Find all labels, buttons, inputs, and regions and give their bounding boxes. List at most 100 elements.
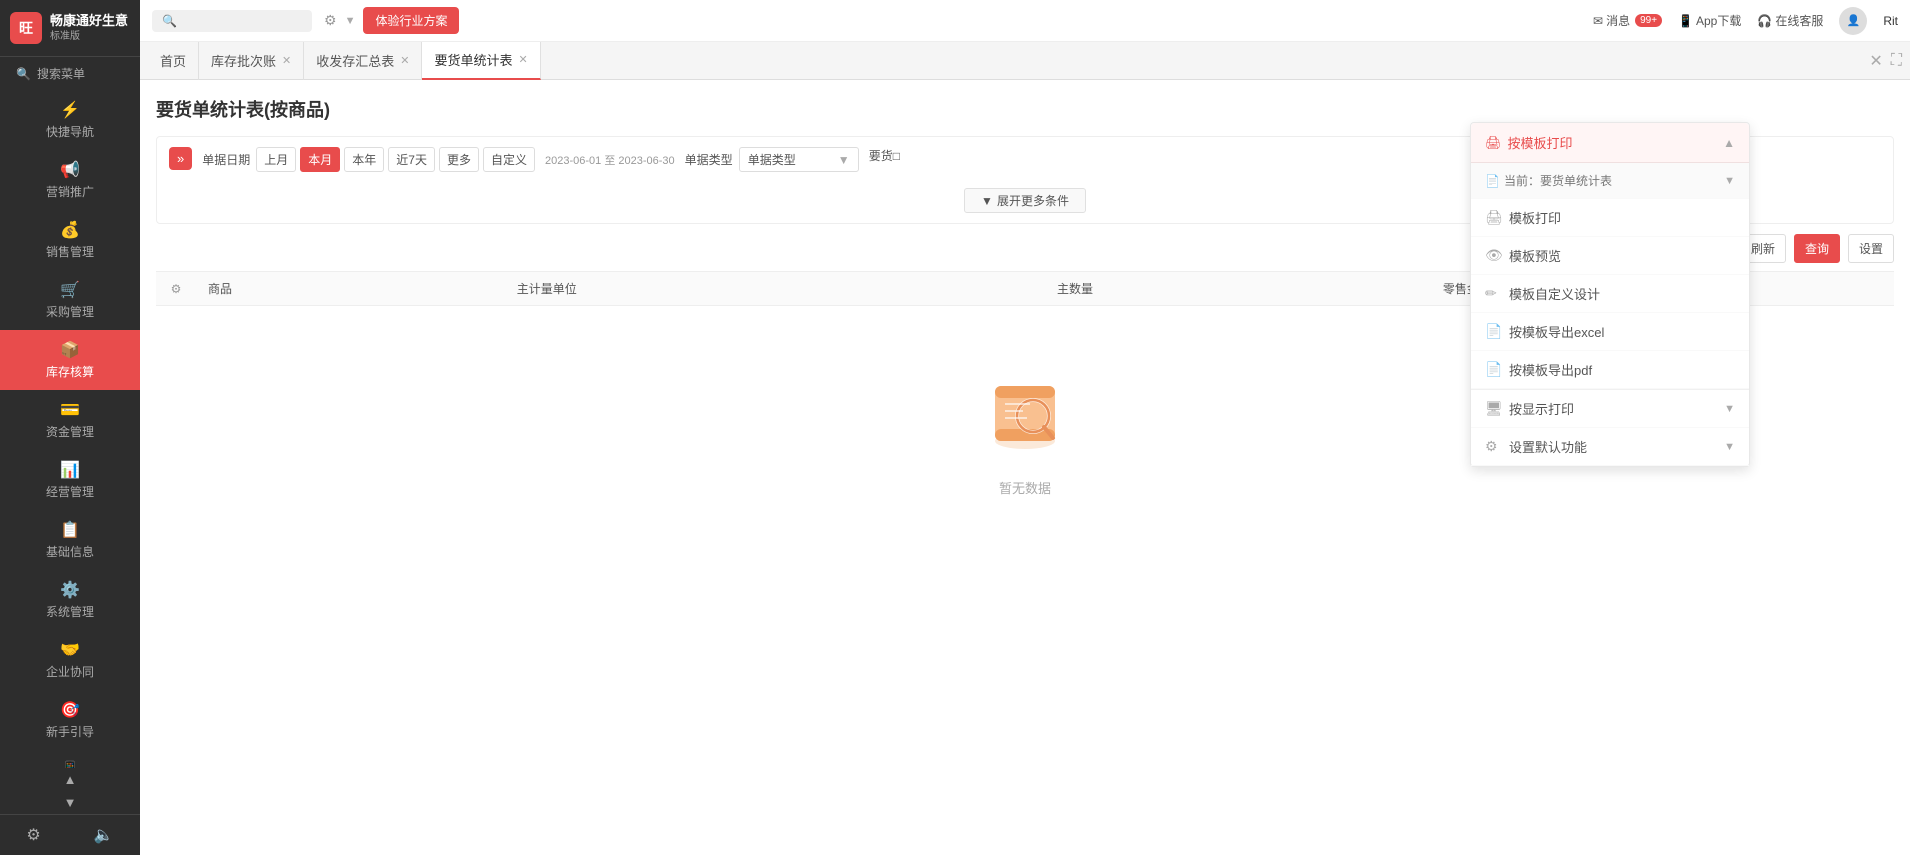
tab-home-label: 首页: [160, 51, 186, 70]
sidebar-search[interactable]: 🔍 搜索菜单: [0, 57, 140, 90]
dropdown-item-set-default[interactable]: ⚙ 设置默认功能 ▼: [1471, 428, 1749, 466]
filter-expand-btn[interactable]: »: [169, 147, 192, 170]
template-excel-label: 按模板导出excel: [1509, 322, 1604, 341]
date-btn-custom[interactable]: 自定义: [483, 147, 535, 172]
date-btn-this-year[interactable]: 本年: [344, 147, 384, 172]
app-name: 畅康通好生意: [50, 13, 128, 30]
dropdown-item-template-custom[interactable]: ✏ 模板自定义设计: [1471, 275, 1749, 313]
sidebar-item-marketing[interactable]: 📢 营销推广: [0, 150, 140, 210]
yh-label: 要货□: [869, 147, 900, 164]
current-icon: 📄: [1485, 174, 1500, 188]
template-excel-icon: 📄: [1485, 323, 1501, 340]
filter-type-group: 单据类型 单据类型 ▼: [685, 147, 859, 172]
dropdown-item-template-pdf[interactable]: 📄 按模板导出pdf: [1471, 351, 1749, 389]
template-preview-label: 模板预览: [1509, 246, 1561, 265]
template-custom-label: 模板自定义设计: [1509, 284, 1600, 303]
tab-receipt-summary[interactable]: 收发存汇总表 ✕: [304, 42, 422, 80]
sidebar-item-operations[interactable]: 📊 经营管理: [0, 450, 140, 510]
dropdown-item-template-preview[interactable]: 👁 模板预览: [1471, 237, 1749, 275]
trial-btn[interactable]: 体验行业方案: [363, 7, 459, 34]
date-btns: 上月 本月 本年 近7天 更多 自定义: [256, 147, 535, 172]
query-btn[interactable]: 查询: [1794, 234, 1840, 263]
base-info-icon: 📋: [60, 520, 80, 540]
topbar-settings-icon[interactable]: ⚙: [324, 12, 337, 29]
sidebar-item-quick-nav[interactable]: ⚡ 快捷导航: [0, 90, 140, 150]
order-type-select[interactable]: 单据类型 ▼: [739, 147, 859, 172]
display-print-icon: 🖥: [1485, 400, 1501, 417]
sidebar-item-collab[interactable]: 🤝 企业协同: [0, 630, 140, 690]
settings-btn[interactable]: 设置: [1848, 234, 1894, 263]
tab-close-order-stats[interactable]: ✕: [519, 53, 528, 66]
topbar-settings-arrow: ▼: [345, 15, 356, 27]
topbar-search[interactable]: 🔍: [152, 10, 312, 32]
sidebar-item-app-center[interactable]: 📱 应用中心: [0, 750, 140, 768]
sidebar-scroll-up[interactable]: ▲: [0, 768, 140, 791]
app-center-icon: 📱: [60, 760, 80, 768]
sidebar-logo: 旺 畅康通好生意 标准版: [0, 0, 140, 57]
expand-more-label: 展开更多条件: [997, 192, 1069, 209]
expand-more-btn[interactable]: ▼ 展开更多条件: [964, 188, 1086, 213]
online-service-btn[interactable]: 🎧 在线客服: [1757, 12, 1823, 29]
tab-close-inventory-batch[interactable]: ✕: [282, 54, 291, 67]
sidebar-item-base-info[interactable]: 📋 基础信息: [0, 510, 140, 570]
message-label: 消息: [1606, 12, 1630, 29]
tabbar-right: ✕ ⛶: [1869, 51, 1902, 71]
order-type-value: 单据类型: [748, 151, 796, 168]
table-settings-icon[interactable]: ⚙: [171, 282, 182, 296]
sidebar-item-label: 库存核算: [46, 363, 94, 380]
dropdown-item-template-excel[interactable]: 📄 按模板导出excel: [1471, 313, 1749, 351]
sidebar-item-guide[interactable]: 🎯 新手引导: [0, 690, 140, 750]
app-download-btn[interactable]: 📱 App下载: [1678, 12, 1741, 29]
sidebar-scroll-down[interactable]: ▼: [0, 791, 140, 814]
sidebar-item-finance[interactable]: 💳 资金管理: [0, 390, 140, 450]
speaker-bottom-icon[interactable]: 🔈: [94, 825, 114, 845]
date-btn-last-month[interactable]: 上月: [256, 147, 296, 172]
date-btn-more[interactable]: 更多: [439, 147, 479, 172]
avatar[interactable]: 👤: [1839, 7, 1867, 35]
current-arrow: ▼: [1724, 175, 1735, 187]
sidebar-item-purchase[interactable]: 🛒 采购管理: [0, 270, 140, 330]
message-icon: ✉: [1593, 14, 1603, 28]
col-settings[interactable]: ⚙: [156, 272, 196, 306]
col-qty: 主数量: [1045, 272, 1431, 306]
tab-home[interactable]: 首页: [148, 42, 199, 80]
print-header-icon: 🖨: [1485, 135, 1502, 151]
template-print-label: 模板打印: [1509, 208, 1561, 227]
topbar-right: ✉ 消息 99+ 📱 App下载 🎧 在线客服 👤 Rit: [1593, 7, 1898, 35]
user-name: Rit: [1883, 14, 1898, 28]
dropdown-current-item[interactable]: 📄 当前：要货单统计表 ▼: [1471, 163, 1749, 199]
sidebar-item-sales[interactable]: 💰 销售管理: [0, 210, 140, 270]
operations-icon: 📊: [60, 460, 80, 480]
tab-close-receipt-summary[interactable]: ✕: [400, 54, 409, 67]
dropdown-up-icon[interactable]: ▲: [1723, 136, 1735, 150]
tab-close-all-icon[interactable]: ✕: [1869, 51, 1882, 71]
set-default-icon: ⚙: [1485, 438, 1501, 455]
dropdown-header: 🖨 按模板打印 ▲: [1471, 123, 1749, 163]
sidebar-nav: ⚡ 快捷导航 📢 营销推广 💰 销售管理 🛒 采购管理 📦 库存核算 💳 资金管…: [0, 90, 140, 768]
dropdown-item-template-print[interactable]: 🖨 模板打印: [1471, 199, 1749, 237]
tab-order-stats[interactable]: 要货单统计表 ✕: [422, 42, 540, 80]
date-btn-7days[interactable]: 近7天: [388, 147, 435, 172]
filter-date-group: 单据日期 上月 本月 本年 近7天 更多 自定义 2023-06-01 至 20…: [202, 147, 674, 172]
app-download-label: App下载: [1696, 12, 1741, 29]
current-label: 当前：要货单统计表: [1504, 172, 1612, 189]
message-btn[interactable]: ✉ 消息 99+: [1593, 12, 1662, 29]
sales-icon: 💰: [60, 220, 80, 240]
app-logo-text: 畅康通好生意 标准版: [50, 13, 128, 43]
guide-icon: 🎯: [60, 700, 80, 720]
empty-illustration: [975, 366, 1075, 466]
set-default-label: 设置默认功能: [1509, 437, 1587, 456]
tabbar: 首页 库存批次账 ✕ 收发存汇总表 ✕ 要货单统计表 ✕ ✕ ⛶: [140, 42, 1910, 80]
expand-icon: »: [177, 151, 184, 166]
sidebar-item-system[interactable]: ⚙️ 系统管理: [0, 570, 140, 630]
tab-expand-icon[interactable]: ⛶: [1891, 52, 1902, 70]
sidebar-item-inventory[interactable]: 📦 库存核算: [0, 330, 140, 390]
date-btn-this-month[interactable]: 本月: [300, 147, 340, 172]
settings-bottom-icon[interactable]: ⚙: [26, 825, 40, 845]
tab-inventory-batch[interactable]: 库存批次账 ✕: [199, 42, 304, 80]
date-label: 单据日期: [202, 151, 250, 168]
dropdown-item-display-print[interactable]: 🖥 按显示打印 ▼: [1471, 390, 1749, 428]
sidebar-item-label: 经营管理: [46, 483, 94, 500]
topbar: 🔍 ⚙ ▼ 体验行业方案 ✉ 消息 99+ 📱 App下载 🎧 在线客服 👤 R…: [140, 0, 1910, 42]
sidebar-item-label: 资金管理: [46, 423, 94, 440]
